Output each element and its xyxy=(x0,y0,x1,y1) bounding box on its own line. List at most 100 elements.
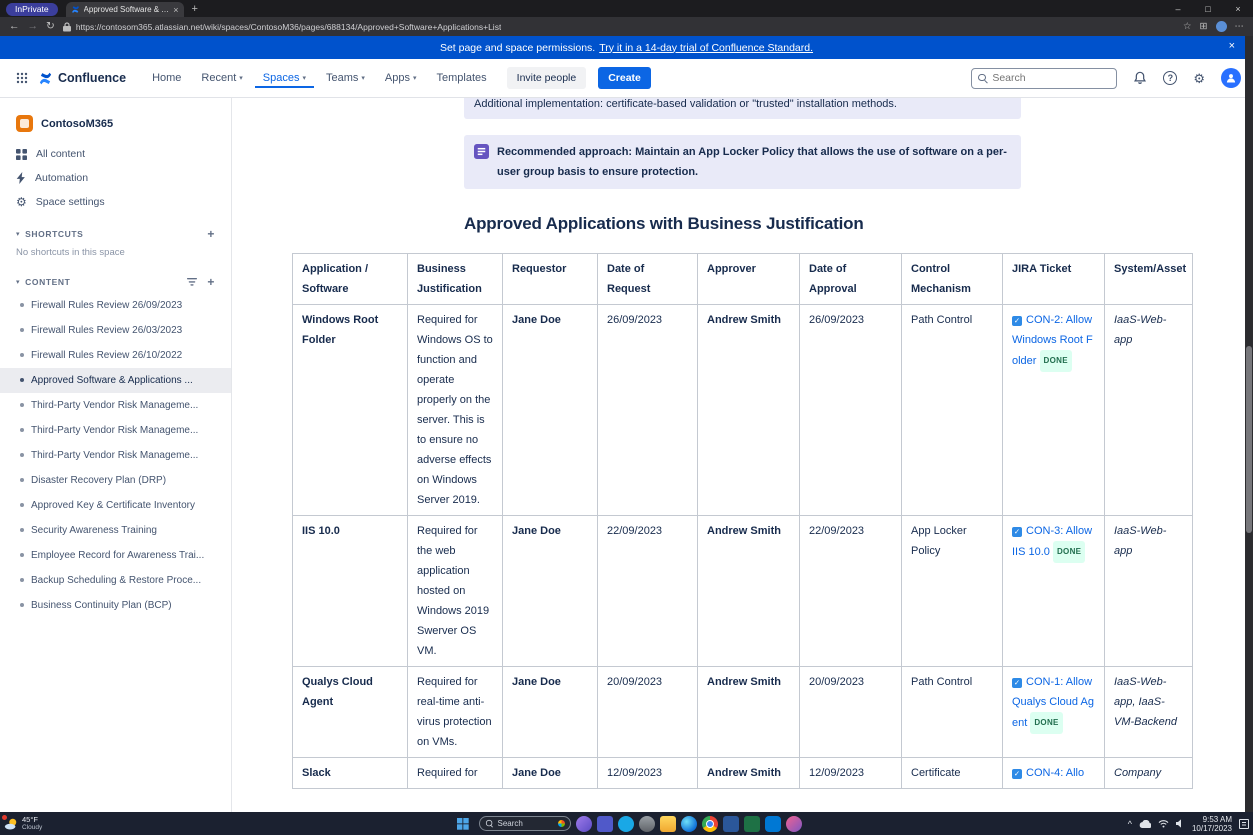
notifications-bell-icon[interactable] xyxy=(1133,71,1147,85)
settings-icon[interactable] xyxy=(639,816,655,832)
settings-gear-icon[interactable]: ⚙ xyxy=(1193,72,1205,85)
jira-ticket-link[interactable]: ✓CON-2: Allow Windows Root Folder DONE xyxy=(1012,314,1093,367)
excel-icon[interactable] xyxy=(744,816,760,832)
bullet-icon xyxy=(20,603,24,607)
sidebar-page-item[interactable]: Business Continuity Plan (BCP) xyxy=(0,593,231,618)
scrollbar-thumb[interactable] xyxy=(1246,346,1252,532)
grid-icon xyxy=(16,149,27,160)
search-input[interactable] xyxy=(992,72,1110,84)
space-name: ContosoM365 xyxy=(41,118,113,130)
window-maximize-button[interactable]: □ xyxy=(1193,4,1223,14)
paint-icon[interactable] xyxy=(786,816,802,832)
recommendation-text: Recommended approach: Maintain an App Lo… xyxy=(497,142,1011,182)
file-explorer-icon[interactable] xyxy=(660,816,676,832)
banner-text: Set page and space permissions. xyxy=(440,42,595,54)
sidebar-page-item[interactable]: Security Awareness Training xyxy=(0,518,231,543)
cell-system-asset: Company xyxy=(1105,758,1193,789)
weather-widget[interactable]: 45°F Cloudy xyxy=(4,816,42,832)
status-lozenge-done: DONE xyxy=(1040,350,1072,372)
table-row: IIS 10.0 Required for the web applicatio… xyxy=(293,516,1193,667)
cell-jira-ticket: ✓CON-1: Allow Qualys Cloud Agent DONE xyxy=(1003,667,1105,758)
browser-tab[interactable]: Approved Software & Applicatio... × xyxy=(66,2,184,17)
teams-icon[interactable] xyxy=(597,816,613,832)
jira-ticket-link[interactable]: ✓CON-4: Allo xyxy=(1012,767,1084,779)
address-bar[interactable]: https://contosom365.atlassian.net/wiki/s… xyxy=(63,22,1175,32)
space-header[interactable]: ContosoM365 xyxy=(0,111,231,142)
sidebar-page-item[interactable]: Approved Software & Applications ... xyxy=(0,368,231,393)
edge-icon[interactable] xyxy=(681,816,697,832)
chrome-icon[interactable] xyxy=(702,816,718,832)
invite-people-button[interactable]: Invite people xyxy=(507,67,587,89)
nav-teams[interactable]: Teams▾ xyxy=(318,68,373,88)
bullet-icon xyxy=(20,303,24,307)
sidebar-page-item[interactable]: Disaster Recovery Plan (DRP) xyxy=(0,468,231,493)
taskbar-clock[interactable]: 9:53 AM 10/17/2023 xyxy=(1192,815,1232,833)
sidebar-page-item[interactable]: Third-Party Vendor Risk Manageme... xyxy=(0,443,231,468)
sidebar-page-item[interactable]: Firewall Rules Review 26/03/2023 xyxy=(0,318,231,343)
sidebar-page-item[interactable]: Third-Party Vendor Risk Manageme... xyxy=(0,418,231,443)
cell-justification: Required for the web application hosted … xyxy=(408,516,503,667)
jira-task-icon: ✓ xyxy=(1012,316,1022,326)
trial-link[interactable]: Try it in a 14-day trial of Confluence S… xyxy=(599,42,813,54)
nav-recent[interactable]: Recent▾ xyxy=(193,68,250,88)
help-icon[interactable]: ? xyxy=(1163,71,1177,85)
sidebar-page-item[interactable]: Backup Scheduling & Restore Proce... xyxy=(0,568,231,593)
filter-icon[interactable] xyxy=(187,278,197,286)
content-section-header[interactable]: ▾ CONTENT + xyxy=(0,262,231,293)
action-center-icon[interactable] xyxy=(1239,819,1249,829)
tab-close-icon[interactable]: × xyxy=(173,5,178,15)
sidebar-item-label: Automation xyxy=(35,172,88,184)
window-minimize-button[interactable]: – xyxy=(1163,4,1193,14)
window-controls: – □ × xyxy=(1163,0,1253,17)
sidebar-item-automation[interactable]: Automation xyxy=(0,166,231,190)
new-tab-button[interactable]: + xyxy=(192,3,198,15)
tray-expand-icon[interactable]: ^ xyxy=(1128,819,1132,829)
volume-icon[interactable] xyxy=(1176,819,1185,828)
browser-toolbar: ← → ↻ https://contosom365.atlassian.net/… xyxy=(0,17,1253,36)
taskbar-search-box[interactable]: Search xyxy=(479,816,571,831)
sidebar-page-item[interactable]: Firewall Rules Review 26/09/2023 xyxy=(0,293,231,318)
nav-apps[interactable]: Apps▾ xyxy=(377,68,425,88)
add-page-button[interactable]: + xyxy=(207,276,215,288)
browser-profile-icon[interactable] xyxy=(1216,21,1227,32)
favorites-star-icon[interactable]: ☆ xyxy=(1183,22,1192,32)
search-box[interactable] xyxy=(971,68,1117,89)
sidebar-page-item[interactable]: Employee Record for Awareness Trai... xyxy=(0,543,231,568)
copilot-icon[interactable] xyxy=(576,816,592,832)
jira-ticket-link[interactable]: ✓CON-1: Allow Qualys Cloud Agent DONE xyxy=(1012,676,1094,729)
nav-spaces[interactable]: Spaces▾ xyxy=(255,68,314,88)
forward-button[interactable]: → xyxy=(28,21,39,32)
back-button[interactable]: ← xyxy=(9,21,20,32)
cell-requestor: Jane Doe xyxy=(503,516,598,667)
info-panel-partial: Additional implementation: certificate-b… xyxy=(464,98,1021,119)
sidebar-page-item[interactable]: Third-Party Vendor Risk Manageme... xyxy=(0,393,231,418)
jira-ticket-link[interactable]: ✓CON-3: Allow IIS 10.0 DONE xyxy=(1012,525,1092,558)
sidebar-page-item[interactable]: Firewall Rules Review 26/10/2022 xyxy=(0,343,231,368)
app-switcher-icon[interactable] xyxy=(16,72,28,84)
confluence-logo[interactable]: Confluence xyxy=(38,71,126,86)
cell-jira-ticket: ✓CON-2: Allow Windows Root Folder DONE xyxy=(1003,305,1105,516)
user-avatar[interactable] xyxy=(1221,68,1241,88)
sidebar-item-all-content[interactable]: All content xyxy=(0,142,231,166)
browser-menu-icon[interactable]: ⋯ xyxy=(1235,22,1245,32)
shortcuts-section-header[interactable]: ▾ SHORTCUTS + xyxy=(0,214,231,245)
sidebar-item-space-settings[interactable]: ⚙ Space settings xyxy=(0,190,231,214)
chat-icon[interactable] xyxy=(618,816,634,832)
cell-control-mechanism: Certificate xyxy=(902,758,1003,789)
add-shortcut-button[interactable]: + xyxy=(207,228,215,240)
sidebar-page-item[interactable]: Approved Key & Certificate Inventory xyxy=(0,493,231,518)
word-icon[interactable] xyxy=(723,816,739,832)
nav-home[interactable]: Home xyxy=(144,68,189,88)
wifi-icon[interactable] xyxy=(1158,819,1169,828)
page-item-label: Backup Scheduling & Restore Proce... xyxy=(31,574,201,587)
banner-close-icon[interactable]: × xyxy=(1229,40,1235,52)
start-button[interactable] xyxy=(452,818,474,830)
create-button[interactable]: Create xyxy=(598,67,651,89)
cloud-icon[interactable] xyxy=(1139,820,1151,828)
collections-icon[interactable]: ⊞ xyxy=(1200,22,1208,32)
refresh-button[interactable]: ↻ xyxy=(46,21,55,32)
store-icon[interactable] xyxy=(765,816,781,832)
window-close-button[interactable]: × xyxy=(1223,4,1253,14)
page-scrollbar[interactable] xyxy=(1245,36,1253,812)
nav-templates[interactable]: Templates xyxy=(429,68,495,88)
